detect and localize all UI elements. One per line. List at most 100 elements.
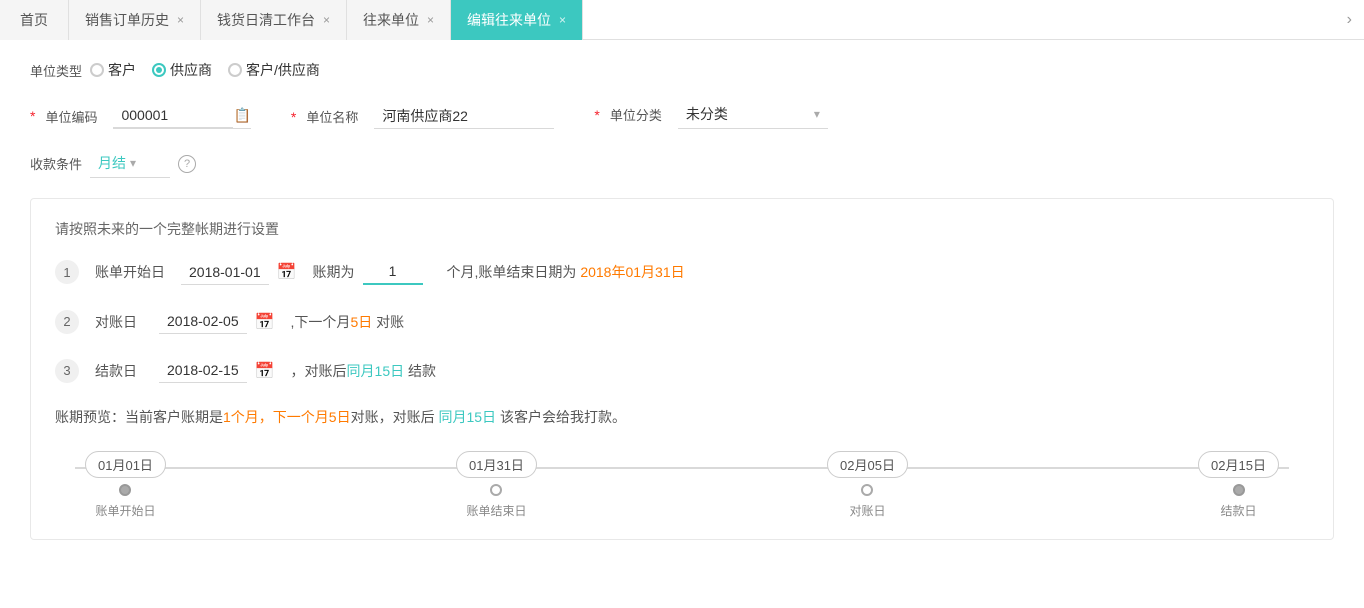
tab-home[interactable]: 首页: [0, 0, 69, 40]
period-date-value-2: 2018-02-05: [159, 309, 247, 334]
calendar-icon-1[interactable]: 📅: [277, 262, 297, 282]
radio-customer-label: 客户: [108, 60, 136, 80]
tab-cash-work[interactable]: 钱货日清工作台 ×: [201, 0, 347, 40]
unit-code-label: 单位编码: [45, 107, 97, 126]
period-row3-highlight: 同月15日: [347, 363, 405, 379]
timeline-wrapper: 01月01日 账单开始日 01月31日 账单结束日 02月05日 对账: [55, 451, 1309, 519]
period-months-input[interactable]: [363, 259, 423, 285]
period-row-1: 1 账单开始日 2018-01-01 📅 账期为 个月,账单结束日期为 2018…: [55, 259, 1309, 285]
unit-name-group: * 单位名称: [291, 104, 554, 129]
period-row2-pre: ,下一个月: [291, 314, 351, 330]
period-end-date: 2018年01月31日: [580, 264, 684, 280]
tab-more-arrow[interactable]: ›: [1335, 11, 1364, 29]
tab-bar: 首页 销售订单历史 × 钱货日清工作台 × 往来单位 × 编辑往来单位 × ›: [0, 0, 1364, 40]
unit-name-star: *: [291, 109, 296, 125]
unit-code-group: * 单位编码 📋: [30, 103, 251, 129]
timeline-points: 01月01日 账单开始日 01月31日 账单结束日 02月05日 对账: [85, 451, 1279, 519]
tab-edit-partner[interactable]: 编辑往来单位 ×: [451, 0, 583, 40]
timeline-label-1: 账单开始日: [95, 502, 155, 519]
period-title: 请按照未来的一个完整帐期进行设置: [55, 219, 1309, 239]
timeline-point-4: 02月15日 结款日: [1198, 451, 1279, 519]
timeline-node-3: 02月05日: [827, 451, 908, 478]
unit-category-group: * 单位分类 未分类 ▾: [594, 100, 827, 129]
radio-supplier[interactable]: 供应商: [152, 60, 212, 80]
calendar-icon-2[interactable]: 📅: [255, 312, 275, 332]
unit-cat-star: *: [594, 107, 599, 123]
unit-code-input[interactable]: [113, 103, 233, 128]
timeline-dot-4: [1233, 484, 1245, 496]
period-row2-post: 对账: [376, 314, 404, 330]
payment-cond-arrow: ▾: [130, 156, 136, 170]
period-field-name-2: 对账日: [95, 312, 143, 332]
unit-category-label: 单位分类: [610, 105, 662, 124]
tab-cash-work-label: 钱货日清工作台: [217, 10, 315, 30]
help-icon[interactable]: ?: [178, 155, 196, 173]
period-desc-3: ，对账后同月15日 结款: [291, 361, 436, 381]
unit-name-label: 单位名称: [306, 107, 358, 126]
period-date-3: 2018-02-15 📅: [159, 358, 275, 383]
timeline-point-3: 02月05日 对账日: [827, 451, 908, 519]
timeline-point-1: 01月01日 账单开始日: [85, 451, 166, 519]
preview-label: 账期预览：当前客户账期是: [55, 409, 223, 425]
tab-edit-partner-close[interactable]: ×: [559, 13, 566, 27]
preview-p2: 下一个月5日: [273, 409, 351, 425]
tab-partner-unit-close[interactable]: ×: [427, 13, 434, 27]
tab-partner-unit-label: 往来单位: [363, 10, 419, 30]
period-row-3: 3 结款日 2018-02-15 📅 ，对账后同月15日 结款: [55, 358, 1309, 383]
payment-cond-row: 收款条件 月结 ▾ ?: [30, 149, 1334, 178]
radio-supplier-circle: [152, 63, 166, 77]
radio-both[interactable]: 客户/供应商: [228, 60, 320, 80]
period-desc-after-1: 个月,账单结束日期为 2018年01月31日: [447, 262, 685, 282]
unit-type-row: 单位类型 客户 供应商 客户/供应商: [30, 60, 1334, 80]
period-box: 请按照未来的一个完整帐期进行设置 1 账单开始日 2018-01-01 📅 账期…: [30, 198, 1334, 540]
period-row-num-2: 2: [55, 310, 79, 334]
tab-edit-partner-label: 编辑往来单位: [467, 10, 551, 30]
timeline-label-4: 结款日: [1221, 502, 1257, 519]
timeline-dot-2: [490, 484, 502, 496]
calendar-icon-3[interactable]: 📅: [255, 361, 275, 381]
preview-section: 账期预览：当前客户账期是1个月，下一个月5日对账，对账后 同月15日 该客户会给…: [55, 391, 1309, 519]
radio-both-circle: [228, 63, 242, 77]
unit-fields-row: * 单位编码 📋 * 单位名称 * 单位分类 未分类 ▾: [30, 100, 1334, 129]
unit-category-value: 未分类: [686, 104, 810, 124]
period-row-2: 2 对账日 2018-02-05 📅 ,下一个月5日 对账: [55, 309, 1309, 334]
period-date-1: 2018-01-01 📅: [181, 260, 297, 285]
preview-text: 账期预览：当前客户账期是1个月，下一个月5日对账，对账后 同月15日 该客户会给…: [55, 407, 1309, 427]
timeline-node-1: 01月01日: [85, 451, 166, 478]
period-date-2: 2018-02-05 📅: [159, 309, 275, 334]
tab-cash-work-close[interactable]: ×: [323, 13, 330, 27]
timeline-node-2: 01月31日: [456, 451, 537, 478]
radio-both-label: 客户/供应商: [246, 60, 320, 80]
preview-end: 该客户会给我打款。: [500, 409, 626, 425]
radio-customer[interactable]: 客户: [90, 60, 136, 80]
timeline-point-2: 01月31日 账单结束日: [456, 451, 537, 519]
preview-p1: 1个月，: [223, 409, 273, 425]
period-date-value-3: 2018-02-15: [159, 358, 247, 383]
payment-cond-select[interactable]: 月结 ▾: [90, 149, 170, 178]
timeline-label-2: 账单结束日: [466, 502, 526, 519]
main-content: 单位类型 客户 供应商 客户/供应商 * 单位编码 📋: [0, 40, 1364, 608]
unit-code-input-wrapper: 📋: [113, 103, 250, 129]
unit-name-input[interactable]: [374, 104, 554, 129]
unit-code-copy-icon[interactable]: 📋: [233, 107, 250, 124]
tab-home-label: 首页: [20, 10, 48, 30]
timeline-dot-1: [119, 484, 131, 496]
timeline-node-4: 02月15日: [1198, 451, 1279, 478]
period-row-num-1: 1: [55, 260, 79, 284]
unit-type-label: 单位类型: [30, 61, 82, 80]
timeline-label-3: 对账日: [849, 502, 885, 519]
period-months-label: 个月,账单结束日期为: [447, 264, 577, 280]
period-row3-post: 结款: [408, 363, 436, 379]
preview-p3: 同月15日: [438, 409, 496, 425]
period-desc-before-1: 账期为: [313, 262, 355, 282]
tab-partner-unit[interactable]: 往来单位 ×: [347, 0, 451, 40]
unit-code-star: *: [30, 108, 35, 124]
tab-sales-history[interactable]: 销售订单历史 ×: [69, 0, 201, 40]
payment-cond-label: 收款条件: [30, 154, 82, 173]
period-row-num-3: 3: [55, 359, 79, 383]
period-date-value-1: 2018-01-01: [181, 260, 269, 285]
unit-category-select[interactable]: 未分类 ▾: [678, 100, 828, 129]
period-field-name-1: 账单开始日: [95, 262, 165, 282]
tab-sales-history-close[interactable]: ×: [177, 13, 184, 27]
radio-supplier-label: 供应商: [170, 60, 212, 80]
